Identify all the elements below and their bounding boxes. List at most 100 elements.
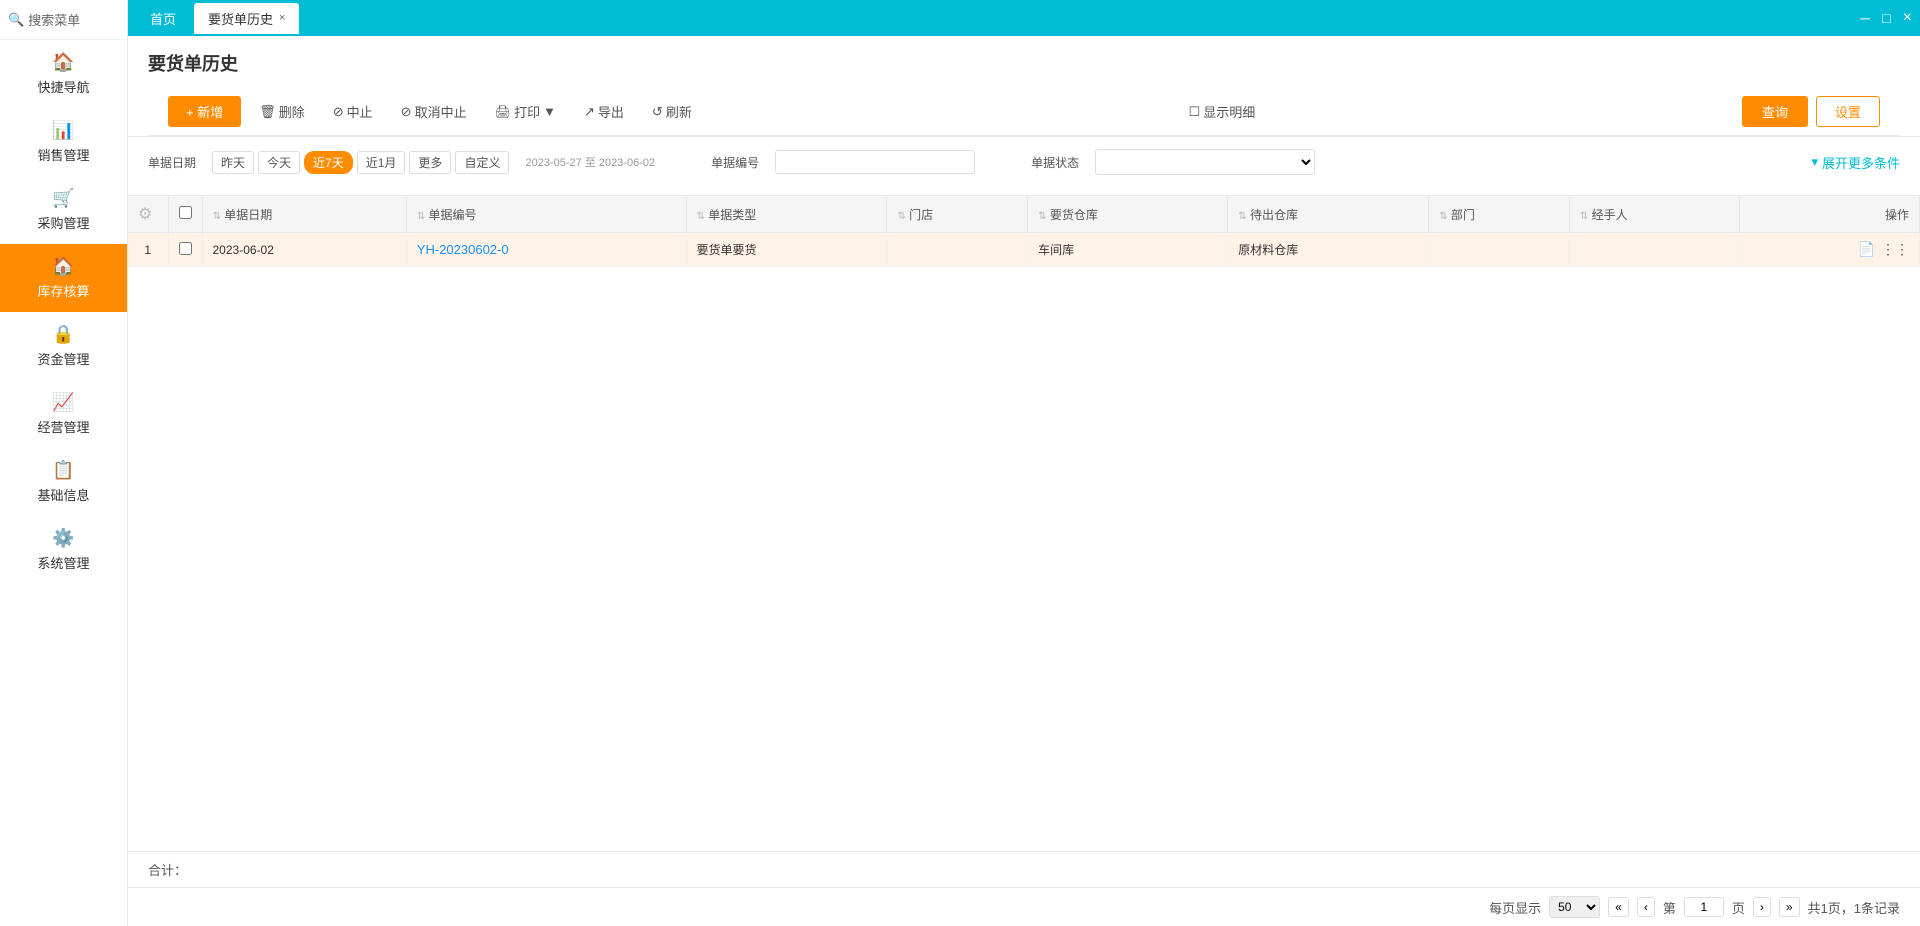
row-more-icon[interactable]: ⋮⋮ [1881,241,1909,258]
export-icon: ↗ [584,104,595,120]
inventory-icon: 🏠 [52,256,74,277]
date-filter-label: 单据日期 [148,154,196,171]
col-doc-type: ⇅ 单据类型 [686,196,887,233]
sidebar: 🔍 搜索菜单 🏠 快捷导航📊 销售管理🛒 采购管理🏠 库存核算🔒 资金管理📈 经… [0,0,128,926]
expand-more-button[interactable]: ▾ 展开更多条件 [1811,153,1900,172]
sidebar-item-label: 采购管理 [37,213,89,232]
doc-no-input[interactable] [775,150,975,174]
sidebar-item-label: 资金管理 [37,349,89,368]
sidebar-item-purchase-mgmt[interactable]: 🛒 采购管理 [0,176,127,244]
data-table: ⚙ ⇅ 单据日期 ⇅ 单据编号 ⇅ 单据类型 ⇅ 门店 ⇅ 要货仓库 ⇅ 待出仓… [128,196,1920,267]
sidebar-item-ops-mgmt[interactable]: 📈 经营管理 [0,380,127,448]
col-date: ⇅ 单据日期 [202,196,406,233]
sidebar-item-capital-mgmt[interactable]: 🔒 资金管理 [0,312,127,380]
tab-bar: 首页 要货单历史 × ─ □ × [128,0,1920,36]
table-footer: 合计： [128,851,1920,887]
suspend-button[interactable]: ⊘ 中止 [323,97,383,126]
last-page-button[interactable]: » [1779,897,1800,917]
quick-nav-icon: 🏠 [52,52,74,73]
sidebar-item-label: 快捷导航 [37,77,89,96]
table-area: ⚙ ⇅ 单据日期 ⇅ 单据编号 ⇅ 单据类型 ⇅ 门店 ⇅ 要货仓库 ⇅ 待出仓… [128,196,1920,851]
capital-mgmt-icon: 🔒 [52,324,74,345]
sidebar-item-inventory[interactable]: 🏠 库存核算 [0,244,127,312]
delete-button[interactable]: 🗑 删除 [249,97,315,126]
status-select[interactable] [1095,149,1315,175]
delete-icon: 🗑 [259,104,276,120]
date-btn-自定义[interactable]: 自定义 [455,151,509,174]
sidebar-item-basic-info[interactable]: 📋 基础信息 [0,448,127,516]
row-actions: 📄 ⋮⋮ [1740,233,1920,267]
sidebar-item-label: 系统管理 [37,553,89,572]
page-title: 要货单历史 [148,50,1900,76]
row-checkbox[interactable] [168,233,202,267]
cancel-suspend-icon: ⊘ [401,104,412,120]
settings-button[interactable]: 设置 [1816,96,1880,127]
tab-home[interactable]: 首页 [136,3,190,34]
table-settings-icon[interactable]: ⚙ [138,206,152,223]
refresh-icon: ↺ [652,104,663,120]
sidebar-item-label: 基础信息 [37,485,89,504]
basic-info-icon: 📋 [52,460,74,481]
window-controls: ─ □ × [1860,9,1912,27]
print-button[interactable]: 🖨 打印 ▼ [485,97,566,126]
row-edit-icon[interactable]: 📄 [1858,241,1875,258]
window-close-icon[interactable]: × [1903,9,1912,27]
print-icon: 🖨 [495,104,512,120]
sidebar-item-label: 销售管理 [37,145,89,164]
sidebar-search[interactable]: 🔍 搜索菜单 [0,0,127,40]
doc-no-filter-label: 单据编号 [711,154,759,171]
checkbox-icon: ☐ [1189,104,1201,120]
display-detail-button[interactable]: ☐ 显示明细 [1189,102,1256,121]
next-page-button[interactable]: › [1753,897,1771,917]
new-button[interactable]: + 新增 [168,96,241,127]
query-button[interactable]: 查询 [1742,96,1808,127]
page-suffix: 页 [1732,898,1745,917]
first-page-button[interactable]: « [1608,897,1629,917]
row-department [1429,233,1570,267]
page-label: 第 [1663,898,1676,917]
sidebar-item-sys-mgmt[interactable]: ⚙️ 系统管理 [0,516,127,584]
select-all-checkbox[interactable] [179,206,192,219]
col-store: ⇅ 门店 [887,196,1028,233]
page-input[interactable] [1684,897,1724,917]
window-minimize-icon[interactable]: ─ [1860,10,1870,26]
total-info: 共1页，1条记录 [1808,898,1900,917]
tab-close-icon[interactable]: × [279,12,285,24]
pagination: 每页显示 50 100 200 « ‹ 第 页 › » 共1页，1条记录 [128,887,1920,926]
col-checkbox[interactable] [168,196,202,233]
row-store [887,233,1028,267]
col-department: ⇅ 部门 [1429,196,1570,233]
date-btn-近1月[interactable]: 近1月 [357,151,406,174]
row-handler [1569,233,1739,267]
print-dropdown-icon: ▼ [543,104,556,119]
page-size-select[interactable]: 50 100 200 [1549,896,1600,918]
row-doc-no[interactable]: YH-20230602-0 [406,233,686,267]
purchase-mgmt-icon: 🛒 [52,188,74,209]
page-size-label: 每页显示 [1489,898,1541,917]
expand-icon: ▾ [1811,154,1818,170]
row-num: 1 [128,233,168,267]
window-maximize-icon[interactable]: □ [1882,10,1890,26]
status-filter-label: 单据状态 [1031,154,1079,171]
sidebar-search-label: 搜索菜单 [28,10,80,29]
sidebar-item-label: 经营管理 [37,417,89,436]
date-btn-昨天[interactable]: 昨天 [212,151,254,174]
date-btn-近7天[interactable]: 近7天 [304,151,353,174]
prev-page-button[interactable]: ‹ [1637,897,1655,917]
col-operation: 操作 [1740,196,1920,233]
sidebar-item-sales-mgmt[interactable]: 📊 销售管理 [0,108,127,176]
col-settings[interactable]: ⚙ [128,196,168,233]
tab-active[interactable]: 要货单历史 × [194,3,299,34]
filter-area: 单据日期 昨天今天近7天近1月更多自定义 2023-05-27 至 2023-0… [128,137,1920,196]
search-icon: 🔍 [8,12,24,28]
sidebar-item-quick-nav[interactable]: 🏠 快捷导航 [0,40,127,108]
refresh-button[interactable]: ↺ 刷新 [642,97,702,126]
page-header: 要货单历史 + 新增 🗑 删除 ⊘ 中止 ⊘ 取消中止 🖨 打印 [128,36,1920,137]
date-btn-更多[interactable]: 更多 [409,151,451,174]
tab-active-label: 要货单历史 [208,9,273,28]
cancel-suspend-button[interactable]: ⊘ 取消中止 [391,97,477,126]
export-button[interactable]: ↗ 导出 [574,97,634,126]
date-btn-今天[interactable]: 今天 [258,151,300,174]
toolbar: + 新增 🗑 删除 ⊘ 中止 ⊘ 取消中止 🖨 打印 ▼ [148,88,1900,136]
doc-no-link[interactable]: YH-20230602-0 [417,242,509,257]
